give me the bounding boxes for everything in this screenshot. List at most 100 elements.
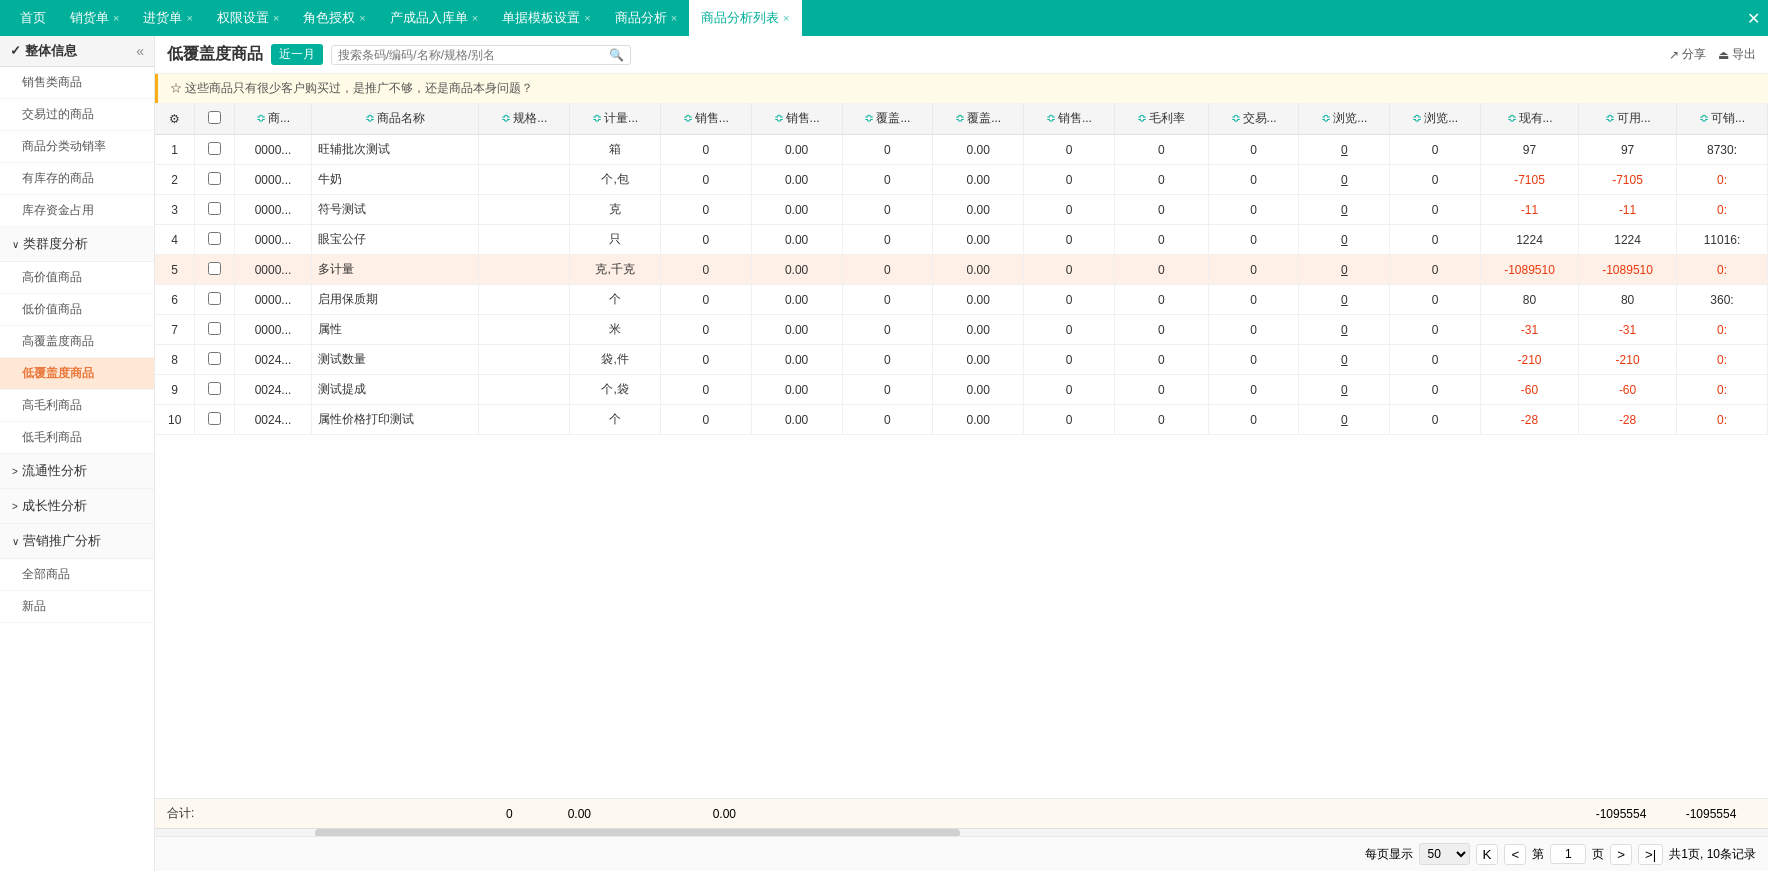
- sidebar-section-流通性分析[interactable]: >流通性分析: [0, 454, 154, 489]
- browse-link[interactable]: 0: [1341, 143, 1348, 157]
- col-header-available[interactable]: ≎可用...: [1579, 103, 1677, 135]
- row-checkbox[interactable]: [208, 262, 221, 275]
- window-close-btn[interactable]: ✕: [1747, 9, 1760, 28]
- col-header-current_stock[interactable]: ≎现有...: [1481, 103, 1579, 135]
- sidebar-item-新品[interactable]: 新品: [0, 591, 154, 623]
- sidebar-item-库存资金占用[interactable]: 库存资金占用: [0, 195, 154, 227]
- row-cell[interactable]: [195, 315, 235, 345]
- col-header-browse1[interactable]: ≎浏览...: [1299, 103, 1390, 135]
- row-browse1[interactable]: 0: [1299, 195, 1390, 225]
- col-header-gross_rate[interactable]: ≎毛利率: [1114, 103, 1208, 135]
- per-page-select[interactable]: 2050100: [1419, 843, 1470, 865]
- browse-link[interactable]: 0: [1341, 233, 1348, 247]
- select-all-checkbox[interactable]: [208, 111, 221, 124]
- sidebar-item-低覆盖度商品[interactable]: 低覆盖度商品: [0, 358, 154, 390]
- browse-link[interactable]: 0: [1341, 173, 1348, 187]
- export-btn[interactable]: ⏏ 导出: [1718, 46, 1756, 63]
- row-checkbox[interactable]: [208, 172, 221, 185]
- sidebar-section-类群度分析[interactable]: ∨类群度分析: [0, 227, 154, 262]
- table-wrapper[interactable]: ⚙≎商...≎商品名称≎规格...≎计量...≎销售...≎销售...≎覆盖..…: [155, 103, 1768, 798]
- last-page-btn[interactable]: >|: [1638, 844, 1663, 865]
- row-browse1[interactable]: 0: [1299, 405, 1390, 435]
- tab-close-icon[interactable]: ×: [113, 12, 119, 24]
- row-browse1[interactable]: 0: [1299, 255, 1390, 285]
- tab-close-icon[interactable]: ×: [783, 12, 789, 24]
- row-cell[interactable]: [195, 165, 235, 195]
- row-cell[interactable]: [195, 285, 235, 315]
- sidebar-item-交易过的商品[interactable]: 交易过的商品: [0, 99, 154, 131]
- browse-link[interactable]: 0: [1341, 353, 1348, 367]
- row-checkbox[interactable]: [208, 142, 221, 155]
- col-header-browse2[interactable]: ≎浏览...: [1390, 103, 1481, 135]
- col-header-trade[interactable]: ≎交易...: [1208, 103, 1299, 135]
- nav-tab-销货单[interactable]: 销货单×: [58, 0, 131, 36]
- row-browse1[interactable]: 0: [1299, 315, 1390, 345]
- sidebar-section-营销推广分析[interactable]: ∨营销推广分析: [0, 524, 154, 559]
- col-header-code[interactable]: ≎商...: [235, 103, 311, 135]
- sidebar-collapse-btn[interactable]: «: [136, 43, 144, 59]
- share-btn[interactable]: ↗ 分享: [1669, 46, 1706, 63]
- row-cell[interactable]: [195, 225, 235, 255]
- row-cell[interactable]: [195, 345, 235, 375]
- nav-tab-产成品入库单[interactable]: 产成品入库单×: [378, 0, 490, 36]
- tab-close-icon[interactable]: ×: [472, 12, 478, 24]
- browse-link[interactable]: 0: [1341, 203, 1348, 217]
- row-checkbox[interactable]: [208, 202, 221, 215]
- row-checkbox[interactable]: [208, 232, 221, 245]
- col-header-spec[interactable]: ≎规格...: [479, 103, 570, 135]
- search-input[interactable]: [338, 48, 609, 62]
- nav-tab-单据模板设置[interactable]: 单据模板设置×: [490, 0, 602, 36]
- sidebar-item-有库存的商品[interactable]: 有库存的商品: [0, 163, 154, 195]
- nav-tab-角色授权[interactable]: 角色授权×: [291, 0, 377, 36]
- tab-close-icon[interactable]: ×: [273, 12, 279, 24]
- row-cell[interactable]: [195, 255, 235, 285]
- tab-close-icon[interactable]: ×: [186, 12, 192, 24]
- settings-icon[interactable]: ⚙: [169, 112, 180, 126]
- page-input[interactable]: [1550, 844, 1586, 864]
- sidebar-item-高价值商品[interactable]: 高价值商品: [0, 262, 154, 294]
- next-page-btn[interactable]: >: [1610, 844, 1632, 865]
- nav-tab-商品分析列表[interactable]: 商品分析列表×: [689, 0, 801, 36]
- col-header-cover2[interactable]: ≎覆盖...: [933, 103, 1024, 135]
- sidebar-section-成长性分析[interactable]: >成长性分析: [0, 489, 154, 524]
- sidebar-item-全部商品[interactable]: 全部商品: [0, 559, 154, 591]
- first-page-btn[interactable]: K: [1476, 844, 1499, 865]
- row-cell[interactable]: [195, 195, 235, 225]
- browse-link[interactable]: 0: [1341, 413, 1348, 427]
- prev-page-btn[interactable]: <: [1504, 844, 1526, 865]
- row-browse1[interactable]: 0: [1299, 165, 1390, 195]
- row-cell[interactable]: [195, 375, 235, 405]
- row-checkbox[interactable]: [208, 292, 221, 305]
- sidebar-item-高毛利商品[interactable]: 高毛利商品: [0, 390, 154, 422]
- tab-close-icon[interactable]: ×: [671, 12, 677, 24]
- browse-link[interactable]: 0: [1341, 383, 1348, 397]
- col-header-sales_amt[interactable]: ≎销售...: [751, 103, 842, 135]
- row-browse1[interactable]: 0: [1299, 375, 1390, 405]
- tab-close-icon[interactable]: ×: [584, 12, 590, 24]
- search-icon[interactable]: 🔍: [609, 48, 624, 62]
- row-checkbox[interactable]: [208, 382, 221, 395]
- col-header-settings[interactable]: ⚙: [155, 103, 195, 135]
- col-header-name[interactable]: ≎商品名称: [311, 103, 479, 135]
- nav-tab-首页[interactable]: 首页: [8, 0, 58, 36]
- tab-close-icon[interactable]: ×: [359, 12, 365, 24]
- col-header-cover1[interactable]: ≎覆盖...: [842, 103, 933, 135]
- nav-tab-权限设置[interactable]: 权限设置×: [205, 0, 291, 36]
- sidebar-item-商品分类动销率[interactable]: 商品分类动销率: [0, 131, 154, 163]
- browse-link[interactable]: 0: [1341, 323, 1348, 337]
- row-checkbox[interactable]: [208, 322, 221, 335]
- col-header-unit[interactable]: ≎计量...: [570, 103, 661, 135]
- row-checkbox[interactable]: [208, 412, 221, 425]
- col-header-sales_qty[interactable]: ≎销售...: [660, 103, 751, 135]
- row-browse1[interactable]: 0: [1299, 225, 1390, 255]
- time-filter-btn[interactable]: 近一月: [271, 44, 323, 65]
- sidebar-item-低毛利商品[interactable]: 低毛利商品: [0, 422, 154, 454]
- row-cell[interactable]: [195, 135, 235, 165]
- sidebar-item-低价值商品[interactable]: 低价值商品: [0, 294, 154, 326]
- nav-tab-进货单[interactable]: 进货单×: [131, 0, 204, 36]
- sidebar-item-销售类商品[interactable]: 销售类商品: [0, 67, 154, 99]
- row-browse1[interactable]: 0: [1299, 345, 1390, 375]
- col-header-sellable[interactable]: ≎可销...: [1677, 103, 1768, 135]
- row-cell[interactable]: [195, 405, 235, 435]
- row-browse1[interactable]: 0: [1299, 135, 1390, 165]
